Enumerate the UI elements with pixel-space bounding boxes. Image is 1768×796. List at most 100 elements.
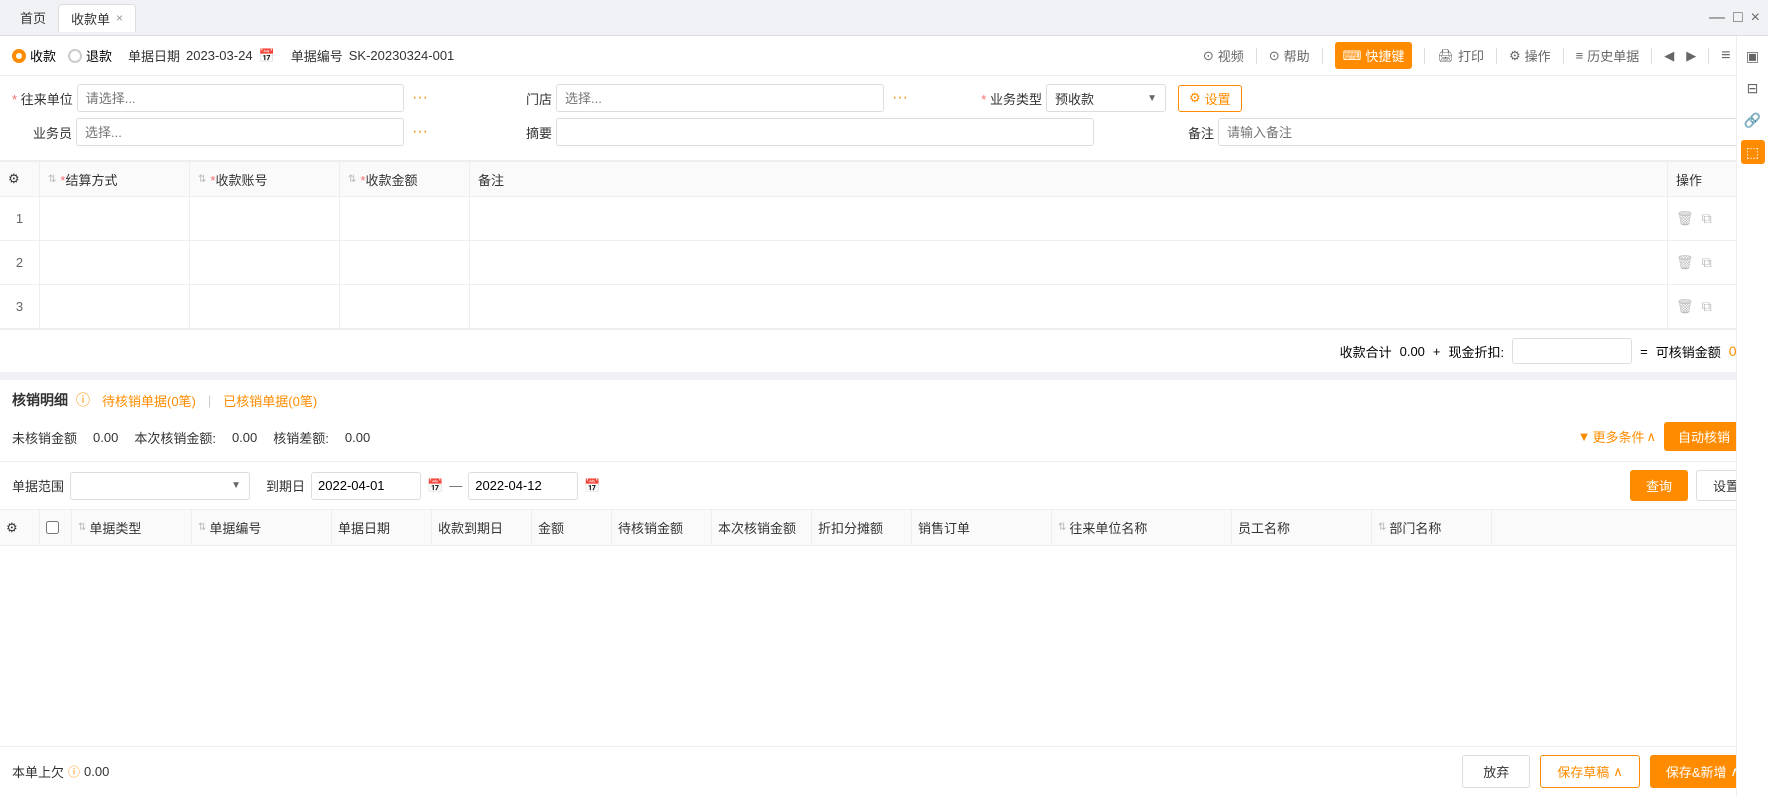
- store-more-btn[interactable]: ···: [888, 89, 912, 107]
- date-from-icon[interactable]: 📅: [427, 478, 443, 494]
- divider4: [1496, 48, 1497, 64]
- unchecked-value: 0.00: [93, 430, 118, 445]
- divider1: [1256, 48, 1257, 64]
- gear-icon: ⚙: [1189, 90, 1201, 106]
- more-conditions-btn[interactable]: ▼ 更多条件 ∧: [1578, 427, 1656, 446]
- form-row-2: 业务员 ··· 摘要 备注: [12, 118, 1756, 146]
- voucher-date-label: 单据日期: [128, 46, 180, 65]
- radio-refund[interactable]: 退款: [68, 46, 112, 65]
- query-btn[interactable]: 查询: [1630, 470, 1688, 501]
- range-chevron-icon: ▼: [231, 480, 241, 491]
- divider5: [1563, 48, 1564, 64]
- tab-close-icon[interactable]: ×: [116, 11, 123, 25]
- date-to-icon[interactable]: 📅: [584, 478, 600, 494]
- voucher-date-value: 2023-03-24: [186, 48, 253, 63]
- print-label: 打印: [1458, 46, 1484, 65]
- radio-receipt-label: 收款: [30, 46, 56, 65]
- staff-input[interactable]: [76, 118, 404, 146]
- draft-btn[interactable]: 保存草稿 ∧: [1540, 755, 1640, 788]
- operation-btn[interactable]: ⚙ 操作: [1509, 46, 1551, 65]
- calendar-icon[interactable]: 📅: [259, 48, 275, 64]
- sidebar-table-icon[interactable]: ▣: [1741, 44, 1765, 68]
- btcol-settings[interactable]: ⚙: [0, 510, 40, 545]
- right-sidebar: ▣ ⊟ 🔗 ⬚: [1736, 36, 1768, 796]
- counterpart-more-btn[interactable]: ···: [408, 89, 432, 107]
- row-1-remark[interactable]: [470, 197, 1668, 240]
- row-3-delete-icon[interactable]: 🗑: [1676, 298, 1694, 315]
- row-1-copy-icon[interactable]: ⧉: [1702, 210, 1712, 227]
- store-label: 门店: [492, 89, 552, 108]
- discount-label: 现金折扣:: [1449, 342, 1505, 361]
- row-2-delete-icon[interactable]: 🗑: [1676, 254, 1694, 271]
- auto-reconcile-btn[interactable]: 自动核销: [1664, 422, 1744, 451]
- help-btn[interactable]: ⊙ 帮助: [1269, 46, 1310, 65]
- abandon-btn[interactable]: 放弃: [1462, 755, 1530, 788]
- nav-next-icon[interactable]: ▶: [1686, 48, 1696, 64]
- done-tab-link[interactable]: 已核销单据(0笔): [219, 391, 321, 410]
- col-settings[interactable]: ⚙: [0, 162, 40, 196]
- row-2-settlement[interactable]: [40, 241, 190, 284]
- sort-icon-settlement[interactable]: ⇅: [48, 174, 56, 185]
- table-row: 3 🗑 ⧉: [0, 285, 1768, 329]
- video-btn[interactable]: ⊙ 视频: [1203, 46, 1244, 65]
- sidebar-expand-icon[interactable]: ⬚: [1741, 140, 1765, 164]
- pending-tab-link[interactable]: 待核销单据(0笔): [98, 391, 200, 410]
- remark-input[interactable]: [1218, 118, 1756, 146]
- radio-receipt[interactable]: 收款: [12, 46, 56, 65]
- sidebar-list-icon[interactable]: ⊟: [1741, 76, 1765, 100]
- history-btn[interactable]: ≡ 历史单据: [1576, 46, 1640, 65]
- row-2-copy-icon[interactable]: ⧉: [1702, 254, 1712, 271]
- row-3-amount[interactable]: [340, 285, 470, 328]
- settings-button[interactable]: ⚙ 设置: [1178, 85, 1242, 112]
- row-2-account[interactable]: [190, 241, 340, 284]
- close-btn[interactable]: ×: [1751, 9, 1760, 27]
- total-label: 收款合计: [1340, 342, 1392, 361]
- tab-current-label: 收款单: [71, 9, 110, 28]
- radio-group: 收款 退款: [12, 46, 112, 65]
- row-3-copy-icon[interactable]: ⧉: [1702, 298, 1712, 315]
- shortcut-btn[interactable]: ⌨ 快捷键: [1335, 42, 1413, 69]
- range-select[interactable]: ▼: [70, 472, 250, 500]
- voucher-no-label: 单据编号: [291, 46, 343, 65]
- row-1-account[interactable]: [190, 197, 340, 240]
- store-input[interactable]: [556, 84, 884, 112]
- select-all-checkbox[interactable]: [46, 521, 59, 534]
- row-1-delete-icon[interactable]: 🗑: [1676, 210, 1694, 227]
- staff-more-btn[interactable]: ···: [408, 123, 432, 141]
- nav-prev-icon[interactable]: ◀: [1664, 48, 1674, 64]
- minimize-btn[interactable]: —: [1709, 9, 1725, 27]
- maximize-btn[interactable]: □: [1733, 9, 1743, 27]
- tab-current[interactable]: 收款单 ×: [58, 4, 136, 32]
- btcol-employee: 员工名称: [1232, 510, 1372, 545]
- business-type-select[interactable]: 预收款 ▼: [1046, 84, 1166, 112]
- date-from-input[interactable]: [311, 472, 421, 500]
- tab-home[interactable]: 首页: [8, 4, 58, 32]
- sidebar-link-icon[interactable]: 🔗: [1741, 108, 1765, 132]
- counterpart-label: * 往来单位: [12, 89, 73, 108]
- row-1-settlement[interactable]: [40, 197, 190, 240]
- layout-list-icon[interactable]: ≡: [1721, 47, 1730, 65]
- verification-section: 核销明细 ⓘ 待核销单据(0笔) | 已核销单据(0笔) 未核销金额 0.00 …: [0, 380, 1768, 746]
- row-3-settlement[interactable]: [40, 285, 190, 328]
- date-to-input[interactable]: [468, 472, 578, 500]
- row-3-account[interactable]: [190, 285, 340, 328]
- print-btn[interactable]: 🖨 打印: [1437, 46, 1484, 65]
- range-field: 单据范围 ▼: [12, 472, 250, 500]
- stat-info-icon[interactable]: ⓘ: [68, 763, 80, 780]
- counterpart-input[interactable]: [77, 84, 404, 112]
- row-3-remark[interactable]: [470, 285, 1668, 328]
- shortcut-label: 快捷键: [1365, 46, 1404, 65]
- divider6: [1651, 48, 1652, 64]
- form-row-1: * 往来单位 ··· 门店 ··· * 业务类型 预收款 ▼: [12, 84, 1756, 112]
- sort-icon-amount[interactable]: ⇅: [348, 174, 356, 185]
- row-2-amount[interactable]: [340, 241, 470, 284]
- date-range-sep: —: [449, 478, 462, 493]
- verification-info-icon[interactable]: ⓘ: [76, 390, 90, 410]
- discount-input[interactable]: [1512, 338, 1632, 364]
- help-icon: ⊙: [1269, 48, 1280, 64]
- row-1-amount[interactable]: [340, 197, 470, 240]
- summary-input[interactable]: [556, 118, 1094, 146]
- row-2-remark[interactable]: [470, 241, 1668, 284]
- btcol-checkbox[interactable]: [40, 510, 72, 545]
- sort-icon-account[interactable]: ⇅: [198, 174, 206, 185]
